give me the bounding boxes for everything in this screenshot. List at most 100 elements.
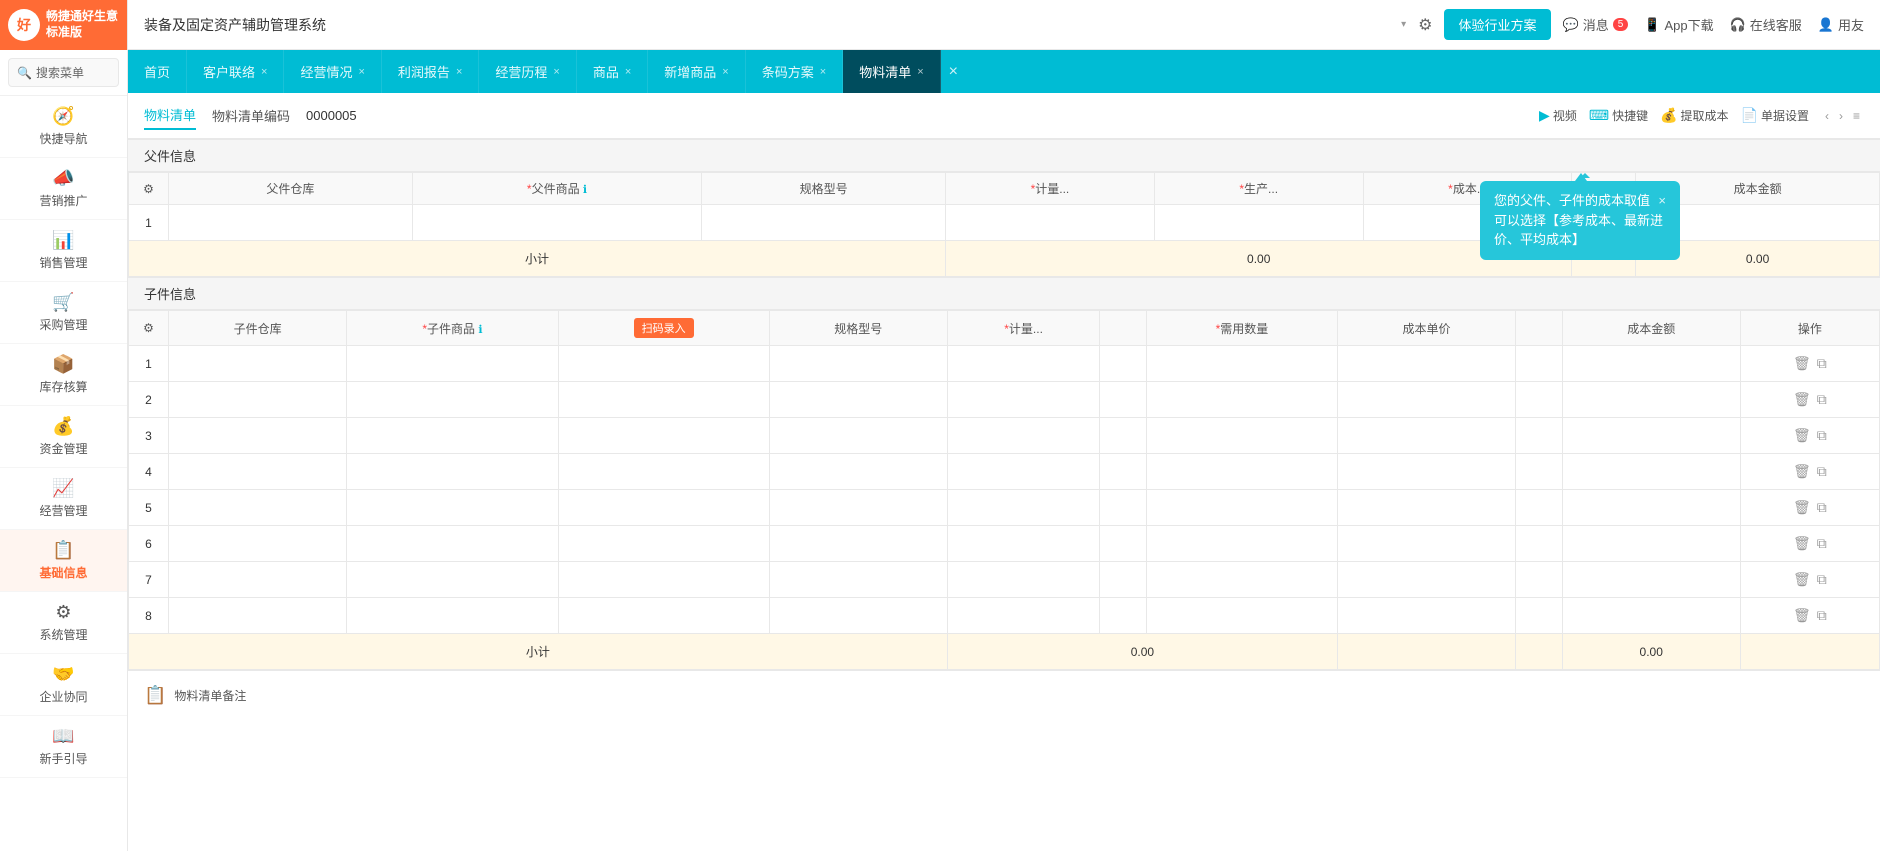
sidebar-item-system[interactable]: ⚙ 系统管理: [0, 592, 127, 654]
delete-row5-btn[interactable]: 🗑: [1793, 499, 1811, 516]
sidebar-item-collab[interactable]: 🤝 企业协同: [0, 654, 127, 716]
child-row2-spec[interactable]: [769, 382, 947, 418]
copy-row1-btn[interactable]: ⧉: [1817, 355, 1827, 372]
copy-row3-btn[interactable]: ⧉: [1817, 427, 1827, 444]
child-row5-goods[interactable]: [347, 490, 559, 526]
tooltip-close-btn[interactable]: ×: [1658, 191, 1666, 211]
child-row5-unit-cost[interactable]: [1337, 490, 1515, 526]
parent-row1-goods[interactable]: [412, 205, 701, 241]
nav-grid[interactable]: ≡: [1849, 107, 1864, 125]
child-row3-goods[interactable]: [347, 418, 559, 454]
tab-profit-close[interactable]: ×: [456, 66, 462, 78]
app-download-btn[interactable]: 📱 App下载: [1644, 15, 1713, 34]
tab-new-goods[interactable]: 新增商品 ×: [648, 50, 745, 93]
child-row1-unit-cost[interactable]: [1337, 346, 1515, 382]
tab-bom-close[interactable]: ×: [917, 66, 923, 78]
delete-row1-btn[interactable]: 🗑: [1793, 355, 1811, 372]
tab-history-close[interactable]: ×: [553, 66, 559, 78]
parent-row1-warehouse[interactable]: [169, 205, 413, 241]
tab-home[interactable]: 首页: [128, 50, 187, 93]
copy-row6-btn[interactable]: ⧉: [1817, 535, 1827, 552]
copy-row2-btn[interactable]: ⧉: [1817, 391, 1827, 408]
tab-operation[interactable]: 经营情况 ×: [284, 50, 381, 93]
sidebar-item-sales[interactable]: 📊 销售管理: [0, 220, 127, 282]
child-row2-unit[interactable]: [947, 382, 1100, 418]
sub-nav-bom[interactable]: 物料清单: [144, 101, 196, 130]
child-row8-goods[interactable]: [347, 598, 559, 634]
tab-bom[interactable]: 物料清单 ×: [843, 50, 940, 93]
user-avatar-btn[interactable]: 👤 用友: [1818, 15, 1864, 34]
sidebar-item-quick-nav[interactable]: 🧭 快捷导航: [0, 96, 127, 158]
parent-row1-spec[interactable]: [702, 205, 946, 241]
delete-row8-btn[interactable]: 🗑: [1793, 607, 1811, 624]
child-row2-qty[interactable]: [1146, 382, 1337, 418]
copy-row5-btn[interactable]: ⧉: [1817, 499, 1827, 516]
child-row5-warehouse[interactable]: [169, 490, 347, 526]
child-row3-spec[interactable]: [769, 418, 947, 454]
child-row4-unit-cost[interactable]: [1337, 454, 1515, 490]
child-row3-unit[interactable]: [947, 418, 1100, 454]
child-row3-unit-cost[interactable]: [1337, 418, 1515, 454]
child-row4-goods[interactable]: [347, 454, 559, 490]
child-row8-qty[interactable]: [1146, 598, 1337, 634]
copy-row4-btn[interactable]: ⧉: [1817, 463, 1827, 480]
tab-goods-close[interactable]: ×: [625, 66, 631, 78]
child-row1-spec[interactable]: [769, 346, 947, 382]
child-row1-qty[interactable]: [1146, 346, 1337, 382]
child-row7-goods[interactable]: [347, 562, 559, 598]
tab-operation-close[interactable]: ×: [358, 66, 364, 78]
child-row2-unit-cost[interactable]: [1337, 382, 1515, 418]
child-row6-goods[interactable]: [347, 526, 559, 562]
online-service-btn[interactable]: 🎧 在线客服: [1730, 15, 1802, 34]
extract-cost-btn[interactable]: 💰 提取成本: [1660, 107, 1728, 124]
child-row7-warehouse[interactable]: [169, 562, 347, 598]
delete-row3-btn[interactable]: 🗑: [1793, 427, 1811, 444]
child-row8-warehouse[interactable]: [169, 598, 347, 634]
message-btn[interactable]: 💬 消息 5: [1563, 15, 1629, 34]
child-row5-unit[interactable]: [947, 490, 1100, 526]
child-row7-unit-cost[interactable]: [1337, 562, 1515, 598]
copy-row7-btn[interactable]: ⧉: [1817, 571, 1827, 588]
tab-goods[interactable]: 商品 ×: [577, 50, 648, 93]
child-row2-goods[interactable]: [347, 382, 559, 418]
parent-row1-prod[interactable]: [1154, 205, 1363, 241]
child-row7-spec[interactable]: [769, 562, 947, 598]
nav-prev[interactable]: ‹: [1821, 107, 1833, 125]
parent-col-settings[interactable]: ⚙: [129, 173, 169, 205]
tab-barcode-close[interactable]: ×: [820, 66, 826, 78]
parent-row1-unit[interactable]: [946, 205, 1155, 241]
sidebar-item-purchase[interactable]: 🛒 采购管理: [0, 282, 127, 344]
child-row4-warehouse[interactable]: [169, 454, 347, 490]
child-row4-spec[interactable]: [769, 454, 947, 490]
gear-icon[interactable]: ⚙: [1418, 15, 1432, 35]
child-row8-spec[interactable]: [769, 598, 947, 634]
child-row3-qty[interactable]: [1146, 418, 1337, 454]
delete-row7-btn[interactable]: 🗑: [1793, 571, 1811, 588]
child-row3-warehouse[interactable]: [169, 418, 347, 454]
tab-new-goods-close[interactable]: ×: [722, 66, 728, 78]
goods-info-icon[interactable]: ℹ: [583, 184, 587, 196]
scan-input-btn[interactable]: 扫码录入: [634, 318, 694, 338]
tab-history[interactable]: 经营历程 ×: [479, 50, 576, 93]
tab-customer[interactable]: 客户联络 ×: [187, 50, 284, 93]
child-row7-unit[interactable]: [947, 562, 1100, 598]
child-goods-info-icon[interactable]: ℹ: [478, 324, 482, 336]
child-row6-spec[interactable]: [769, 526, 947, 562]
child-row1-unit[interactable]: [947, 346, 1100, 382]
search-menu-button[interactable]: 🔍 搜索菜单: [8, 58, 119, 87]
close-all-tabs[interactable]: ×: [941, 51, 966, 93]
delete-row2-btn[interactable]: 🗑: [1793, 391, 1811, 408]
child-col-settings[interactable]: ⚙: [129, 311, 169, 346]
sidebar-item-finance[interactable]: 💰 资金管理: [0, 406, 127, 468]
child-row5-spec[interactable]: [769, 490, 947, 526]
child-row7-qty[interactable]: [1146, 562, 1337, 598]
sidebar-item-newbie[interactable]: 📖 新手引导: [0, 716, 127, 778]
sidebar-item-operations[interactable]: 📈 经营管理: [0, 468, 127, 530]
trial-button[interactable]: 体验行业方案: [1444, 9, 1550, 40]
nav-next[interactable]: ›: [1835, 107, 1847, 125]
tab-profit[interactable]: 利润报告 ×: [382, 50, 479, 93]
system-dropdown-arrow[interactable]: ▾: [1401, 19, 1406, 30]
child-row6-qty[interactable]: [1146, 526, 1337, 562]
sidebar-item-inventory[interactable]: 📦 库存核算: [0, 344, 127, 406]
child-row2-warehouse[interactable]: [169, 382, 347, 418]
